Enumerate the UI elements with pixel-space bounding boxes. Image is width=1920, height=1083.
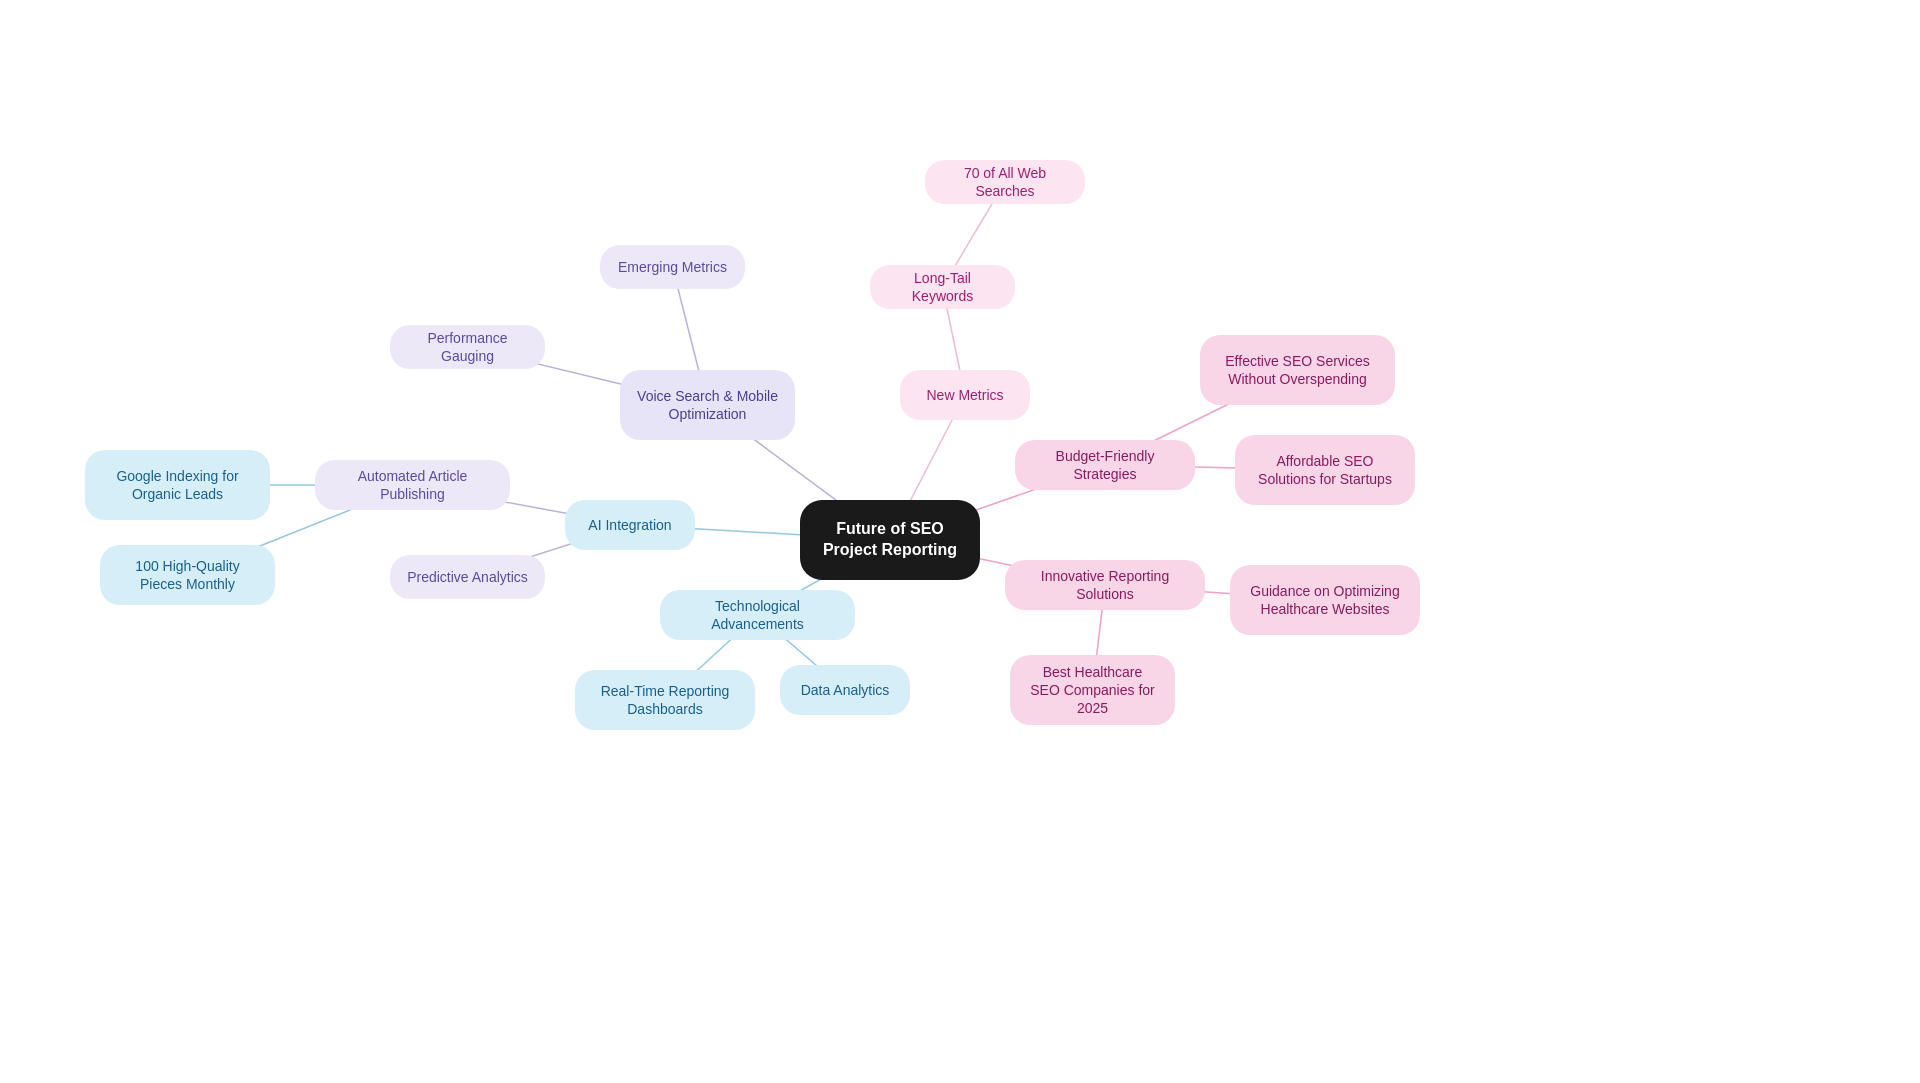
node-google-indexing[interactable]: Google Indexing for Organic Leads [85, 450, 270, 520]
mindmap-container: Future of SEO Project ReportingVoice Sea… [0, 0, 1920, 1083]
node-tech-advancements[interactable]: Technological Advancements [660, 590, 855, 640]
node-70-all-web[interactable]: 70 of All Web Searches [925, 160, 1085, 204]
node-new-metrics[interactable]: New Metrics [900, 370, 1030, 420]
node-best-healthcare[interactable]: Best Healthcare SEO Companies for 2025 [1010, 655, 1175, 725]
node-automated-article[interactable]: Automated Article Publishing [315, 460, 510, 510]
node-realtime-dashboards[interactable]: Real-Time Reporting Dashboards [575, 670, 755, 730]
node-effective-seo[interactable]: Effective SEO Services Without Overspend… [1200, 335, 1395, 405]
node-data-analytics[interactable]: Data Analytics [780, 665, 910, 715]
node-performance-gauging[interactable]: Performance Gauging [390, 325, 545, 369]
node-voice-search[interactable]: Voice Search & Mobile Optimization [620, 370, 795, 440]
node-guidance-healthcare[interactable]: Guidance on Optimizing Healthcare Websit… [1230, 565, 1420, 635]
node-ai-integration[interactable]: AI Integration [565, 500, 695, 550]
node-affordable-seo[interactable]: Affordable SEO Solutions for Startups [1235, 435, 1415, 505]
node-100-high-quality[interactable]: 100 High-Quality Pieces Monthly [100, 545, 275, 605]
node-budget-friendly[interactable]: Budget-Friendly Strategies [1015, 440, 1195, 490]
node-innovative-reporting[interactable]: Innovative Reporting Solutions [1005, 560, 1205, 610]
node-center[interactable]: Future of SEO Project Reporting [800, 500, 980, 580]
node-emerging-metrics[interactable]: Emerging Metrics [600, 245, 745, 289]
node-predictive-analytics[interactable]: Predictive Analytics [390, 555, 545, 599]
node-long-tail-keywords[interactable]: Long-Tail Keywords [870, 265, 1015, 309]
